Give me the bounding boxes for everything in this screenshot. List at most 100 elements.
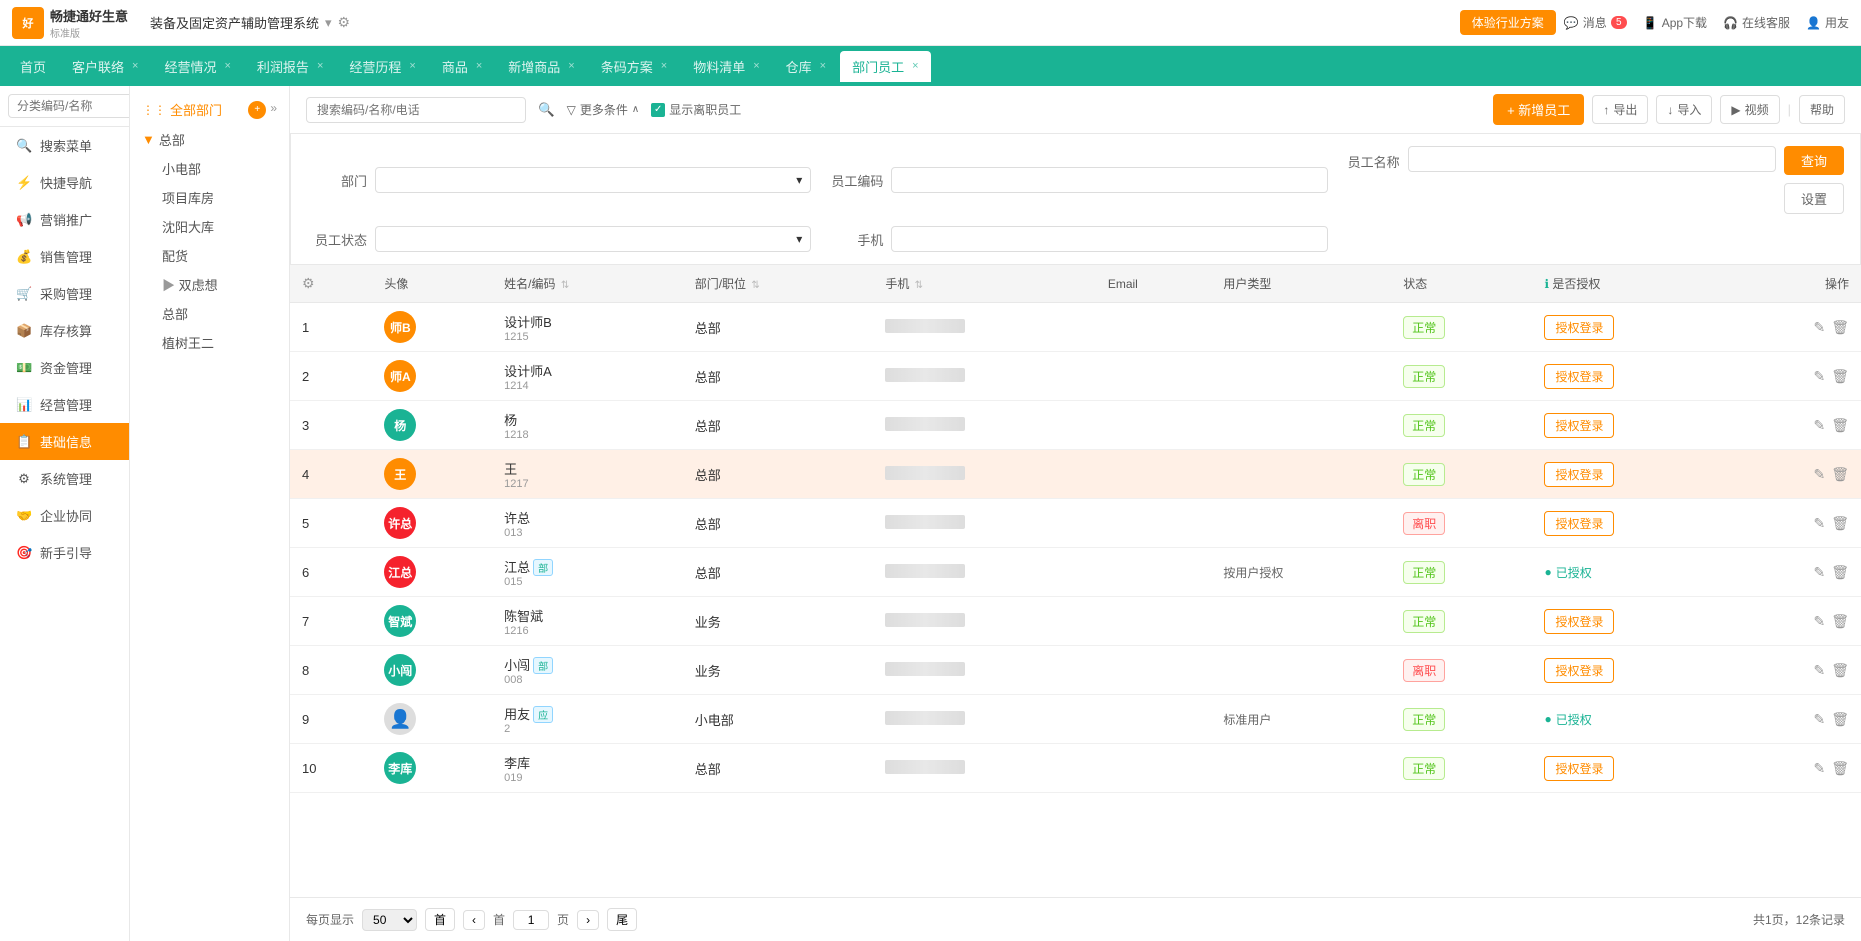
page-input[interactable] bbox=[513, 910, 549, 930]
col-name-header[interactable]: 姓名/编码 ⇅ bbox=[492, 265, 683, 303]
show-resigned-checkbox[interactable]: ✓ bbox=[651, 103, 665, 117]
col-phone-header[interactable]: 手机 ⇅ bbox=[873, 265, 1096, 303]
nav-tab-仓库[interactable]: 仓库× bbox=[774, 51, 838, 82]
tab-close-icon[interactable]: × bbox=[568, 60, 574, 72]
sidebar-item-营销推广[interactable]: 📢营销推广 bbox=[0, 201, 129, 238]
prev-page-btn[interactable]: ‹ bbox=[463, 910, 485, 930]
nav-tab-商品[interactable]: 商品× bbox=[430, 51, 494, 82]
edit-btn[interactable]: ✎ bbox=[1813, 662, 1825, 679]
filter-more-btn[interactable]: ▽ 更多条件 ∧ bbox=[567, 101, 640, 118]
query-btn[interactable]: 查询 bbox=[1784, 146, 1844, 175]
tab-close-icon[interactable]: × bbox=[820, 60, 826, 72]
message-btn[interactable]: 💬 消息 5 bbox=[1564, 14, 1627, 31]
first-page-btn[interactable]: 首 bbox=[425, 908, 455, 931]
sidebar-item-搜索菜单[interactable]: 🔍搜索菜单 bbox=[0, 127, 129, 164]
delete-btn[interactable]: 🗑 bbox=[1831, 613, 1849, 630]
dept-filter-select[interactable]: ▾ bbox=[375, 167, 811, 193]
auth-btn[interactable]: 授权登录 bbox=[1544, 609, 1614, 634]
help-btn[interactable]: 帮助 bbox=[1799, 95, 1845, 124]
dept-item-双虑想[interactable]: ▶ 双虑想 bbox=[130, 270, 289, 299]
sidebar-item-经营管理[interactable]: 📊经营管理 bbox=[0, 386, 129, 423]
tab-close-icon[interactable]: × bbox=[409, 60, 415, 72]
show-resigned-toggle[interactable]: ✓ 显示离职员工 bbox=[651, 101, 741, 118]
tab-close-icon[interactable]: × bbox=[912, 60, 918, 72]
delete-btn[interactable]: 🗑 bbox=[1831, 368, 1849, 385]
auth-btn[interactable]: 授权登录 bbox=[1544, 315, 1614, 340]
delete-btn[interactable]: 🗑 bbox=[1831, 466, 1849, 483]
delete-btn[interactable]: 🗑 bbox=[1831, 711, 1849, 728]
empcode-input[interactable] bbox=[891, 167, 1327, 193]
nav-tab-利润报告[interactable]: 利润报告× bbox=[245, 51, 335, 82]
tab-close-icon[interactable]: × bbox=[224, 60, 230, 72]
export-btn[interactable]: ↑ 导出 bbox=[1592, 95, 1648, 124]
sidebar-search-input[interactable] bbox=[8, 94, 130, 118]
nav-tab-客户联络[interactable]: 客户联络× bbox=[60, 51, 150, 82]
user-menu[interactable]: 👤 用友 bbox=[1806, 14, 1849, 31]
tab-close-icon[interactable]: × bbox=[476, 60, 482, 72]
sidebar-item-新手引导[interactable]: 🎯新手引导 bbox=[0, 534, 129, 571]
delete-btn[interactable]: 🗑 bbox=[1831, 319, 1849, 336]
add-employee-btn[interactable]: + 新增员工 bbox=[1493, 94, 1584, 125]
nav-tab-物料清单[interactable]: 物料清单× bbox=[681, 51, 771, 82]
dept-add-btn[interactable]: + bbox=[248, 101, 266, 119]
dept-sort-icon[interactable]: ⇅ bbox=[751, 280, 759, 291]
edit-btn[interactable]: ✎ bbox=[1813, 564, 1825, 581]
nav-tab-经营情况[interactable]: 经营情况× bbox=[152, 51, 242, 82]
edit-btn[interactable]: ✎ bbox=[1813, 368, 1825, 385]
delete-btn[interactable]: 🗑 bbox=[1831, 760, 1849, 777]
tab-close-icon[interactable]: × bbox=[661, 60, 667, 72]
edit-btn[interactable]: ✎ bbox=[1813, 466, 1825, 483]
edit-btn[interactable]: ✎ bbox=[1813, 760, 1825, 777]
tab-close-icon[interactable]: × bbox=[753, 60, 759, 72]
online-support-btn[interactable]: 🎧 在线客服 bbox=[1723, 14, 1790, 31]
auth-btn[interactable]: 授权登录 bbox=[1544, 462, 1614, 487]
last-page-btn[interactable]: 尾 bbox=[607, 908, 637, 931]
col-dept-header[interactable]: 部门/职位 ⇅ bbox=[683, 265, 874, 303]
auth-btn[interactable]: 授权登录 bbox=[1544, 658, 1614, 683]
sidebar-item-快捷导航[interactable]: ⚡快捷导航 bbox=[0, 164, 129, 201]
nav-tab-经营历程[interactable]: 经营历程× bbox=[337, 51, 427, 82]
sidebar-item-库存核算[interactable]: 📦库存核算 bbox=[0, 312, 129, 349]
app-download-btn[interactable]: 📱 App下载 bbox=[1643, 14, 1707, 31]
dropdown-arrow-icon[interactable]: ▾ bbox=[325, 15, 332, 31]
sidebar-item-企业协同[interactable]: 🤝企业协同 bbox=[0, 497, 129, 534]
sidebar-item-采购管理[interactable]: 🛒采购管理 bbox=[0, 275, 129, 312]
status-select[interactable]: ▾ bbox=[375, 226, 811, 252]
dept-item-总部[interactable]: 总部 bbox=[130, 299, 289, 328]
delete-btn[interactable]: 🗑 bbox=[1831, 564, 1849, 581]
dept-item-项目库房[interactable]: 项目库房 bbox=[130, 183, 289, 212]
dept-item-配货[interactable]: 配货 bbox=[130, 241, 289, 270]
delete-btn[interactable]: 🗑 bbox=[1831, 662, 1849, 679]
settings-icon[interactable]: ⚙ bbox=[338, 14, 351, 31]
dept-collapse-btn[interactable]: » bbox=[270, 101, 277, 119]
column-settings-icon[interactable]: ⚙ bbox=[302, 275, 315, 291]
next-page-btn[interactable]: › bbox=[577, 910, 599, 930]
sidebar-item-销售管理[interactable]: 💰销售管理 bbox=[0, 238, 129, 275]
dept-item-小电部[interactable]: 小电部 bbox=[130, 154, 289, 183]
tab-close-icon[interactable]: × bbox=[132, 60, 138, 72]
dept-item-沈阳大库[interactable]: 沈阳大库 bbox=[130, 212, 289, 241]
view-btn[interactable]: ▶ 视频 bbox=[1720, 95, 1779, 124]
delete-btn[interactable]: 🗑 bbox=[1831, 515, 1849, 532]
tab-close-icon[interactable]: × bbox=[317, 60, 323, 72]
nav-tab-条码方案[interactable]: 条码方案× bbox=[589, 51, 679, 82]
page-size-select[interactable]: 50 100 bbox=[362, 909, 417, 931]
phone-sort-icon[interactable]: ⇅ bbox=[915, 280, 923, 291]
nav-tab-新增商品[interactable]: 新增商品× bbox=[496, 51, 586, 82]
employee-search-btn[interactable]: 🔍 bbox=[538, 102, 555, 118]
dept-group-总部[interactable]: ▼总部 bbox=[130, 125, 289, 154]
set-btn[interactable]: 设置 bbox=[1784, 183, 1844, 214]
empname-input[interactable] bbox=[1408, 146, 1776, 172]
auth-btn[interactable]: 授权登录 bbox=[1544, 511, 1614, 536]
edit-btn[interactable]: ✎ bbox=[1813, 613, 1825, 630]
dept-item-植树王二[interactable]: 植树王二 bbox=[130, 328, 289, 357]
try-btn[interactable]: 体验行业方案 bbox=[1460, 10, 1556, 35]
auth-btn[interactable]: 授权登录 bbox=[1544, 413, 1614, 438]
delete-btn[interactable]: 🗑 bbox=[1831, 417, 1849, 434]
phone-input[interactable] bbox=[891, 226, 1327, 252]
sidebar-item-资金管理[interactable]: 💵资金管理 bbox=[0, 349, 129, 386]
nav-tab-首页[interactable]: 首页 bbox=[8, 51, 58, 82]
edit-btn[interactable]: ✎ bbox=[1813, 711, 1825, 728]
employee-search-input[interactable] bbox=[306, 97, 526, 123]
nav-tab-部门员工[interactable]: 部门员工× bbox=[840, 51, 930, 82]
